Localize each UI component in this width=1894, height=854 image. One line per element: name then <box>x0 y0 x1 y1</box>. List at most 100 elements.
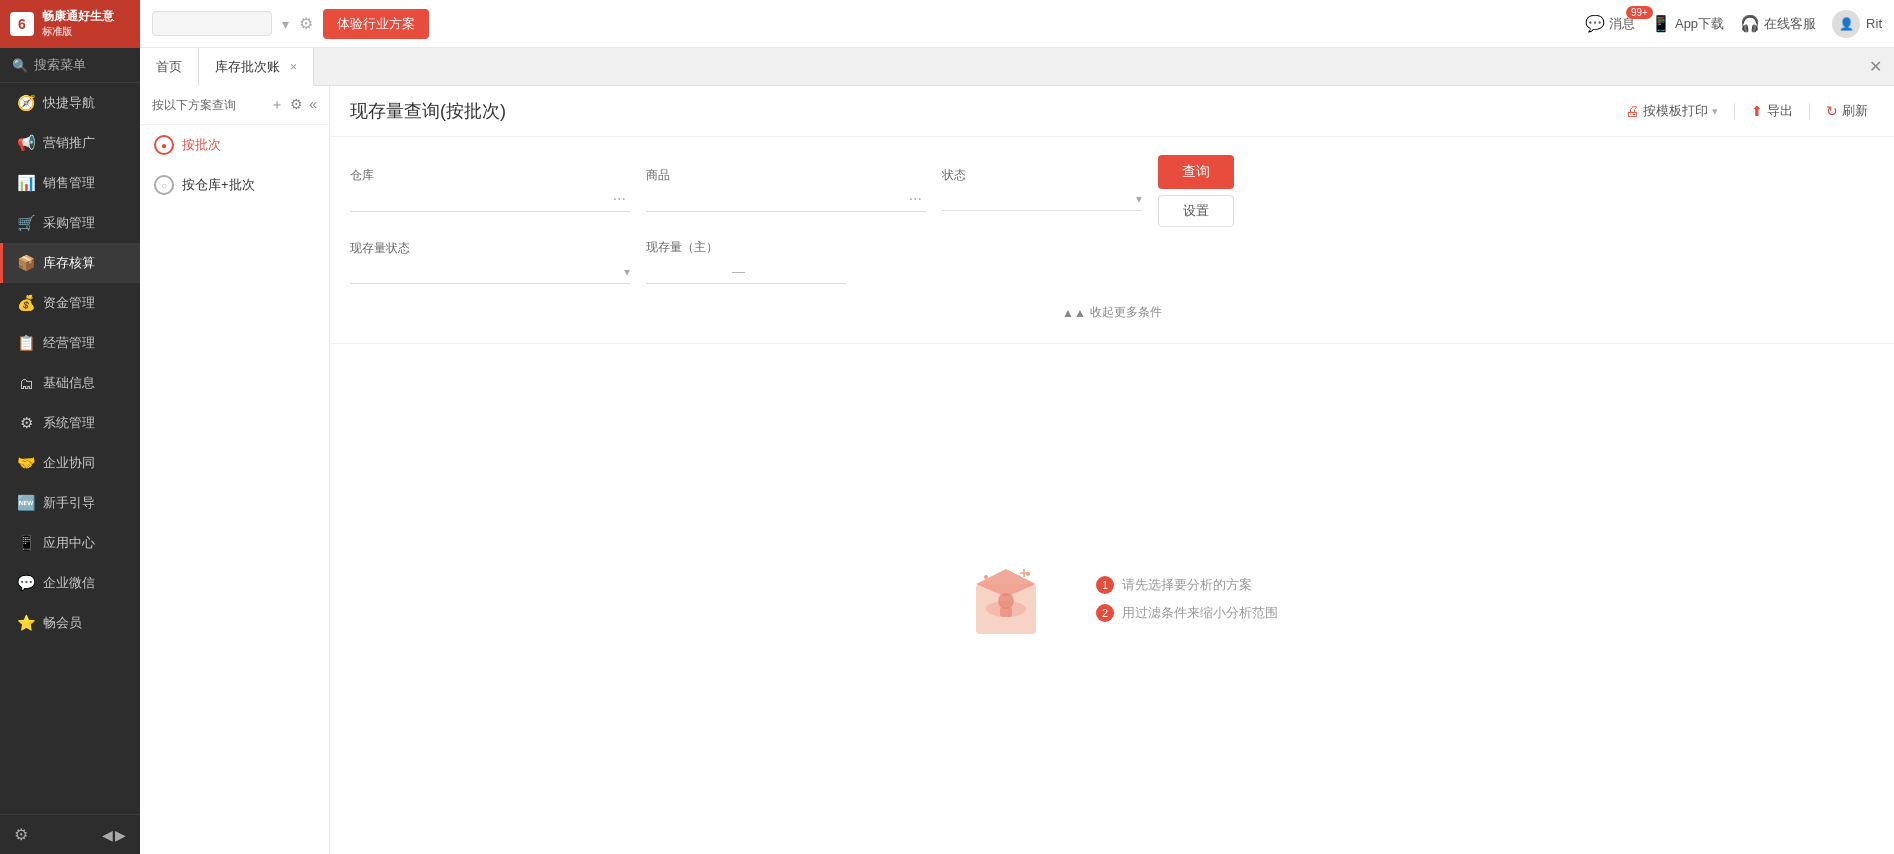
sidebar-item-wechat[interactable]: 💬 企业微信 <box>0 563 140 603</box>
inventory-status-select[interactable]: ▾ <box>350 261 630 284</box>
messages-badge: 99+ <box>1626 6 1653 19</box>
sidebar-item-appcenter[interactable]: 📱 应用中心 <box>0 523 140 563</box>
print-icon: 🖨 <box>1625 103 1639 119</box>
filter-conditions: 仓库 ··· 商品 ··· 状态 <box>330 137 1894 344</box>
sidebar-item-purchase[interactable]: 🛒 采购管理 <box>0 203 140 243</box>
collapse-panel-icon[interactable]: « <box>309 96 317 114</box>
filter-item-by-warehouse-batch[interactable]: ○ 按仓库+批次 <box>140 165 329 205</box>
search-icon: 🔍 <box>12 58 28 73</box>
warehouse-field: 仓库 ··· <box>350 167 630 212</box>
filter-panel: 按以下方案查询 ＋ ⚙ « ● 按批次 ○ 按仓库+批次 <box>140 86 330 854</box>
settings-button[interactable]: 设置 <box>1158 195 1234 227</box>
tip-num-2: 2 <box>1096 604 1114 622</box>
collapse-label: 收起更多条件 <box>1090 304 1162 321</box>
by-batch-radio: ● <box>154 135 174 155</box>
sidebar-item-quick-nav[interactable]: 🧭 快捷导航 <box>0 83 140 123</box>
print-template-button[interactable]: 🖨 按模板打印 ▾ <box>1619 98 1724 124</box>
avatar: 👤 <box>1832 10 1860 38</box>
tab-area-close[interactable]: ✕ <box>1857 57 1894 76</box>
inventory-status-chevron-icon: ▾ <box>624 265 630 279</box>
warehouse-input[interactable] <box>350 188 609 211</box>
print-template-label: 按模板打印 <box>1643 102 1708 120</box>
refresh-button[interactable]: ↻ 刷新 <box>1820 98 1874 124</box>
nav-icon-sales: 📊 <box>17 174 35 192</box>
search-menu[interactable]: 🔍 搜索菜单 <box>0 48 140 83</box>
sidebar-settings-icon[interactable]: ⚙ <box>14 825 28 844</box>
nav-label-quick: 快捷导航 <box>43 94 95 112</box>
status-label: 状态 <box>942 167 1142 184</box>
app-subtitle: 标准版 <box>42 25 114 39</box>
inventory-qty-min[interactable] <box>646 264 726 279</box>
warehouse-label: 仓库 <box>350 167 630 184</box>
nav-label-appcenter: 应用中心 <box>43 534 95 552</box>
nav-icon-enterprise: 🤝 <box>17 454 35 472</box>
sidebar-item-enterprise[interactable]: 🤝 企业协同 <box>0 443 140 483</box>
divider-1 <box>1734 103 1735 119</box>
sidebar-item-member[interactable]: ⭐ 畅会员 <box>0 603 140 643</box>
filter-panel-header: 按以下方案查询 ＋ ⚙ « <box>140 86 329 125</box>
sidebar-bottom: ⚙ ◀ ▶ <box>0 814 140 854</box>
nav-icon-marketing: 📢 <box>17 134 35 152</box>
app-title-block: 畅康通好生意 标准版 <box>42 9 114 39</box>
collapse-conditions[interactable]: ▲▲ 收起更多条件 <box>350 296 1874 329</box>
sidebar-item-inventory[interactable]: 📦 库存核算 <box>0 243 140 283</box>
topbar-settings-icon[interactable]: ⚙ <box>299 14 313 33</box>
topbar-search-chevron[interactable]: ▾ <box>282 16 289 32</box>
by-warehouse-batch-radio: ○ <box>154 175 174 195</box>
svg-point-5 <box>984 575 988 579</box>
warehouse-dots[interactable]: ··· <box>609 190 630 208</box>
nav-label-inventory: 库存核算 <box>43 254 95 272</box>
tab-inventory-batch[interactable]: 库存批次账 × <box>199 48 314 86</box>
nav-label-enterprise: 企业协同 <box>43 454 95 472</box>
sidebar-item-sales[interactable]: 📊 销售管理 <box>0 163 140 203</box>
sidebar-item-marketing[interactable]: 📢 营销推广 <box>0 123 140 163</box>
product-label: 商品 <box>646 167 926 184</box>
nav-icon-quick: 🧭 <box>17 94 35 112</box>
add-scheme-icon[interactable]: ＋ <box>270 96 284 114</box>
user-profile[interactable]: 👤 Rit <box>1832 10 1882 38</box>
sidebar-item-operations[interactable]: 📋 经营管理 <box>0 323 140 363</box>
sidebar-item-system[interactable]: ⚙ 系统管理 <box>0 403 140 443</box>
nav-label-sales: 销售管理 <box>43 174 95 192</box>
export-button[interactable]: ⬆ 导出 <box>1745 98 1799 124</box>
tab-close-icon[interactable]: × <box>290 60 297 74</box>
sidebar-item-newguide[interactable]: 🆕 新手引导 <box>0 483 140 523</box>
status-chevron-icon: ▾ <box>1136 192 1142 206</box>
online-service-button[interactable]: 🎧 在线客服 <box>1740 14 1816 33</box>
messages-button[interactable]: 💬 消息 99+ <box>1585 14 1635 33</box>
sidebar-header: 6 畅康通好生意 标准版 <box>0 0 140 48</box>
nav-icon-newguide: 🆕 <box>17 494 35 512</box>
sidebar-scroll-controls[interactable]: ◀ ▶ <box>102 827 126 843</box>
print-chevron-icon[interactable]: ▾ <box>1712 105 1718 118</box>
sidebar-item-basics[interactable]: 🗂 基础信息 <box>0 363 140 403</box>
sidebar-item-finance[interactable]: 💰 资金管理 <box>0 283 140 323</box>
tab-home[interactable]: 首页 <box>140 48 199 86</box>
product-input[interactable] <box>646 188 905 211</box>
product-dots[interactable]: ··· <box>905 190 926 208</box>
filter-panel-title: 按以下方案查询 <box>152 97 236 114</box>
nav-icon-finance: 💰 <box>17 294 35 312</box>
tip-text-2: 用过滤条件来缩小分析范围 <box>1122 604 1278 622</box>
status-field: 状态 ▾ <box>942 167 1142 211</box>
app-download-button[interactable]: 📱 App下载 <box>1651 14 1724 33</box>
headset-icon: 🎧 <box>1740 14 1760 33</box>
empty-tip-2: 2 用过滤条件来缩小分析范围 <box>1096 604 1278 622</box>
status-select[interactable]: ▾ <box>942 188 1142 211</box>
query-button[interactable]: 查询 <box>1158 155 1234 189</box>
inventory-qty-max[interactable] <box>751 264 831 279</box>
nav-label-operations: 经营管理 <box>43 334 95 352</box>
empty-tips: 1 请先选择要分析的方案 2 用过滤条件来缩小分析范围 <box>1096 576 1278 622</box>
export-icon: ⬆ <box>1751 103 1763 119</box>
filter-item-by-batch[interactable]: ● 按批次 <box>140 125 329 165</box>
warehouse-input-container: ··· <box>350 188 630 212</box>
industry-solution-button[interactable]: 体验行业方案 <box>323 9 429 39</box>
condition-row-1: 仓库 ··· 商品 ··· 状态 <box>350 151 1874 227</box>
online-service-label: 在线客服 <box>1764 15 1816 33</box>
main-area: ▾ ⚙ 体验行业方案 💬 消息 99+ 📱 App下载 🎧 在线客服 👤 Rit <box>140 0 1894 854</box>
empty-illustration <box>946 539 1066 659</box>
topbar: ▾ ⚙ 体验行业方案 💬 消息 99+ 📱 App下载 🎧 在线客服 👤 Rit <box>140 0 1894 48</box>
message-icon: 💬 <box>1585 14 1605 33</box>
tabs-bar: 首页 库存批次账 × ✕ <box>140 48 1894 86</box>
settings-scheme-icon[interactable]: ⚙ <box>290 96 303 114</box>
topbar-search-input[interactable] <box>152 11 272 36</box>
